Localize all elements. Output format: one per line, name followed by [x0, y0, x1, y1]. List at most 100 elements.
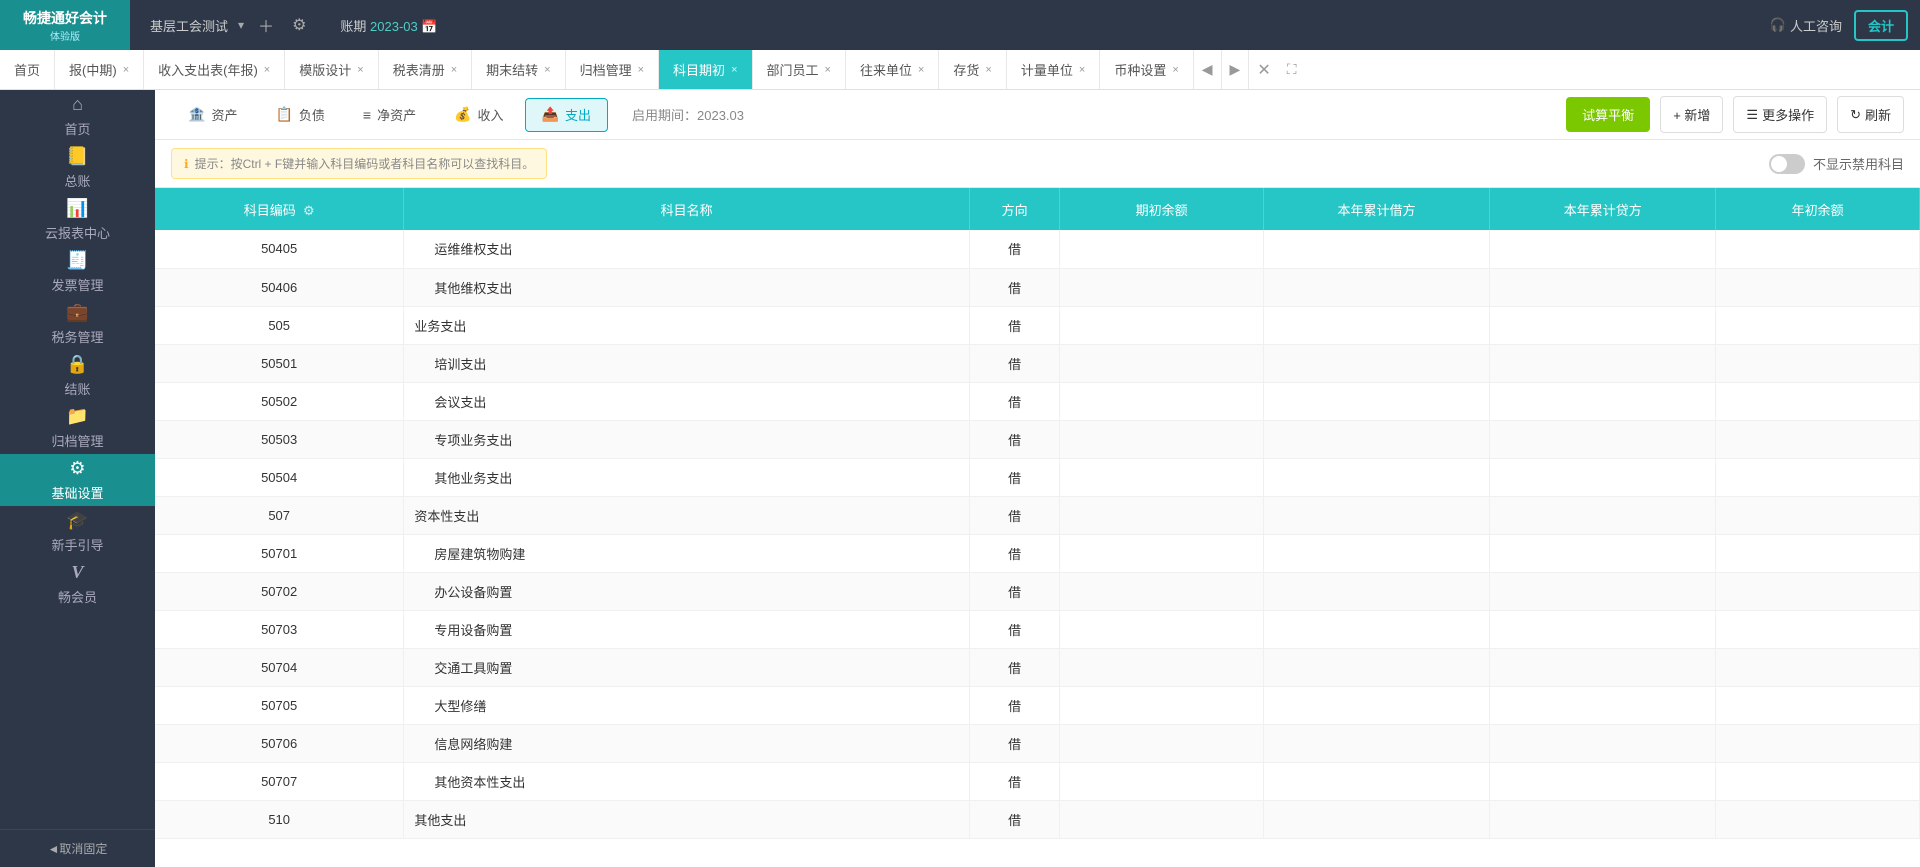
close-icon[interactable]: ×: [264, 64, 270, 76]
table-row[interactable]: 50703专用设备购置借: [155, 610, 1920, 648]
cell-year-credit: [1490, 762, 1716, 800]
sidebar-item-invoice[interactable]: 🧾 发票管理: [0, 246, 155, 298]
close-icon[interactable]: ×: [825, 64, 831, 76]
hide-disabled-toggle[interactable]: [1769, 154, 1805, 174]
cell-code: 50701: [155, 534, 404, 572]
cell-code: 50504: [155, 458, 404, 496]
close-all-tabs-icon[interactable]: ✕: [1249, 50, 1278, 90]
cell-period-balance: [1060, 724, 1264, 762]
tab-stock[interactable]: 存货 ×: [939, 50, 1006, 90]
service-button[interactable]: 🎧 人工咨询: [1770, 16, 1842, 35]
subtab-expense[interactable]: 📤 支出: [525, 98, 608, 132]
close-icon[interactable]: ×: [451, 64, 457, 76]
tab-currency[interactable]: 币种设置 ×: [1100, 50, 1193, 90]
home-icon: ⌂: [72, 94, 83, 115]
close-icon[interactable]: ×: [1172, 64, 1178, 76]
tab-dept[interactable]: 部门员工 ×: [753, 50, 846, 90]
sidebar-collapse-button[interactable]: ◄取消固定: [0, 829, 155, 867]
cell-period-balance: [1060, 572, 1264, 610]
close-icon[interactable]: ×: [123, 64, 129, 76]
tab-template[interactable]: 模版设计 ×: [285, 50, 378, 90]
subtab-asset-label: 资产: [211, 105, 237, 124]
sidebar-item-reports[interactable]: 📊 云报表中心: [0, 194, 155, 246]
table-row[interactable]: 50701房屋建筑物购建借: [155, 534, 1920, 572]
tab-mid[interactable]: 报(中期) ×: [55, 50, 144, 90]
table-row[interactable]: 50503专项业务支出借: [155, 420, 1920, 458]
settings-icon[interactable]: ⚙: [288, 15, 310, 35]
sidebar: ⌂ 首页 📒 总账 📊 云报表中心 🧾 发票管理 💼 税务管理 🔒 结账 📁 归…: [0, 90, 155, 867]
tab-tax[interactable]: 税表清册 ×: [379, 50, 472, 90]
cell-period-balance: [1060, 648, 1264, 686]
subtab-income[interactable]: 💰 收入: [437, 98, 520, 132]
tab-archive[interactable]: 归档管理 ×: [566, 50, 659, 90]
close-icon[interactable]: ×: [985, 64, 991, 76]
close-icon[interactable]: ×: [638, 64, 644, 76]
subtab-asset[interactable]: 🏦 资产: [171, 98, 254, 132]
sidebar-item-archive[interactable]: 📁 归档管理: [0, 402, 155, 454]
tab-period-end[interactable]: 期末结转 ×: [472, 50, 565, 90]
tab-next-icon[interactable]: ▶: [1222, 50, 1250, 90]
table-row[interactable]: 50707其他资本性支出借: [155, 762, 1920, 800]
sidebar-item-guide[interactable]: 🎓 新手引导: [0, 506, 155, 558]
tab-income[interactable]: 收入支出表(年报) ×: [144, 50, 285, 90]
close-icon[interactable]: ×: [918, 64, 924, 76]
table-row[interactable]: 505业务支出借: [155, 306, 1920, 344]
close-icon[interactable]: ×: [544, 64, 550, 76]
table-row[interactable]: 507资本性支出借: [155, 496, 1920, 534]
subtab-liability-label: 负债: [299, 105, 325, 124]
table-row[interactable]: 50706信息网络购建借: [155, 724, 1920, 762]
table-row[interactable]: 50501培训支出借: [155, 344, 1920, 382]
cell-name: 专用设备购置: [404, 610, 970, 648]
sidebar-item-member[interactable]: V 畅会员: [0, 558, 155, 610]
cell-year-credit: [1490, 382, 1716, 420]
close-icon[interactable]: ×: [357, 64, 363, 76]
sidebar-item-settings[interactable]: ⚙ 基础设置: [0, 454, 155, 506]
cell-year-balance: [1716, 534, 1920, 572]
sidebar-item-home[interactable]: ⌂ 首页: [0, 90, 155, 142]
cell-year-debit: [1263, 382, 1489, 420]
table-row[interactable]: 50504其他业务支出借: [155, 458, 1920, 496]
sidebar-item-ledger[interactable]: 📒 总账: [0, 142, 155, 194]
table-row[interactable]: 50702办公设备购置借: [155, 572, 1920, 610]
cell-year-debit: [1263, 648, 1489, 686]
cell-year-balance: [1716, 686, 1920, 724]
cell-period-balance: [1060, 230, 1264, 268]
sidebar-item-tax[interactable]: 💼 税务管理: [0, 298, 155, 350]
company-name[interactable]: 基层工会测试: [150, 16, 228, 35]
tab-client[interactable]: 往来单位 ×: [846, 50, 939, 90]
more-actions-button[interactable]: ☰ 更多操作: [1733, 96, 1827, 133]
cell-code: 50502: [155, 382, 404, 420]
tab-subject-init[interactable]: 科目期初 ×: [659, 50, 752, 90]
table-row[interactable]: 50502会议支出借: [155, 382, 1920, 420]
table-row[interactable]: 50406其他维权支出借: [155, 268, 1920, 306]
tab-prev-icon[interactable]: ◀: [1194, 50, 1222, 90]
close-icon[interactable]: ×: [731, 64, 737, 76]
chevron-down-icon[interactable]: ▾: [238, 18, 244, 32]
refresh-button[interactable]: ↻ 刷新: [1837, 96, 1904, 133]
new-button[interactable]: + 新增: [1660, 96, 1723, 133]
close-icon[interactable]: ×: [1079, 64, 1085, 76]
calc-balance-button[interactable]: 试算平衡: [1566, 97, 1650, 132]
subtab-expense-label: 支出: [565, 105, 591, 124]
cell-direction: 借: [969, 306, 1059, 344]
cell-year-credit: [1490, 572, 1716, 610]
maximize-icon[interactable]: ⛶: [1279, 50, 1305, 90]
cell-year-credit: [1490, 686, 1716, 724]
table-row[interactable]: 510其他支出借: [155, 800, 1920, 838]
cell-period-balance: [1060, 344, 1264, 382]
period-info: 启用期间：2023.03: [632, 105, 744, 124]
kuaiji-button[interactable]: 会计: [1854, 10, 1908, 41]
table-row[interactable]: 50704交通工具购置借: [155, 648, 1920, 686]
tab-home[interactable]: 首页: [0, 50, 55, 90]
toggle-area: 不显示禁用科目: [1769, 154, 1904, 174]
cell-name: 大型修缮: [404, 686, 970, 724]
table-row[interactable]: 50705大型修缮借: [155, 686, 1920, 724]
gear-icon[interactable]: ⚙: [303, 203, 315, 218]
tab-unit[interactable]: 计量单位 ×: [1007, 50, 1100, 90]
add-tab-icon[interactable]: ＋: [254, 13, 278, 37]
col-header-code: 科目编码 ⚙: [155, 188, 404, 230]
subtab-equity[interactable]: ≡ 净资产: [346, 98, 433, 132]
sidebar-item-close[interactable]: 🔒 结账: [0, 350, 155, 402]
table-row[interactable]: 50405运维维权支出借: [155, 230, 1920, 268]
subtab-liability[interactable]: 📋 负债: [258, 98, 341, 132]
